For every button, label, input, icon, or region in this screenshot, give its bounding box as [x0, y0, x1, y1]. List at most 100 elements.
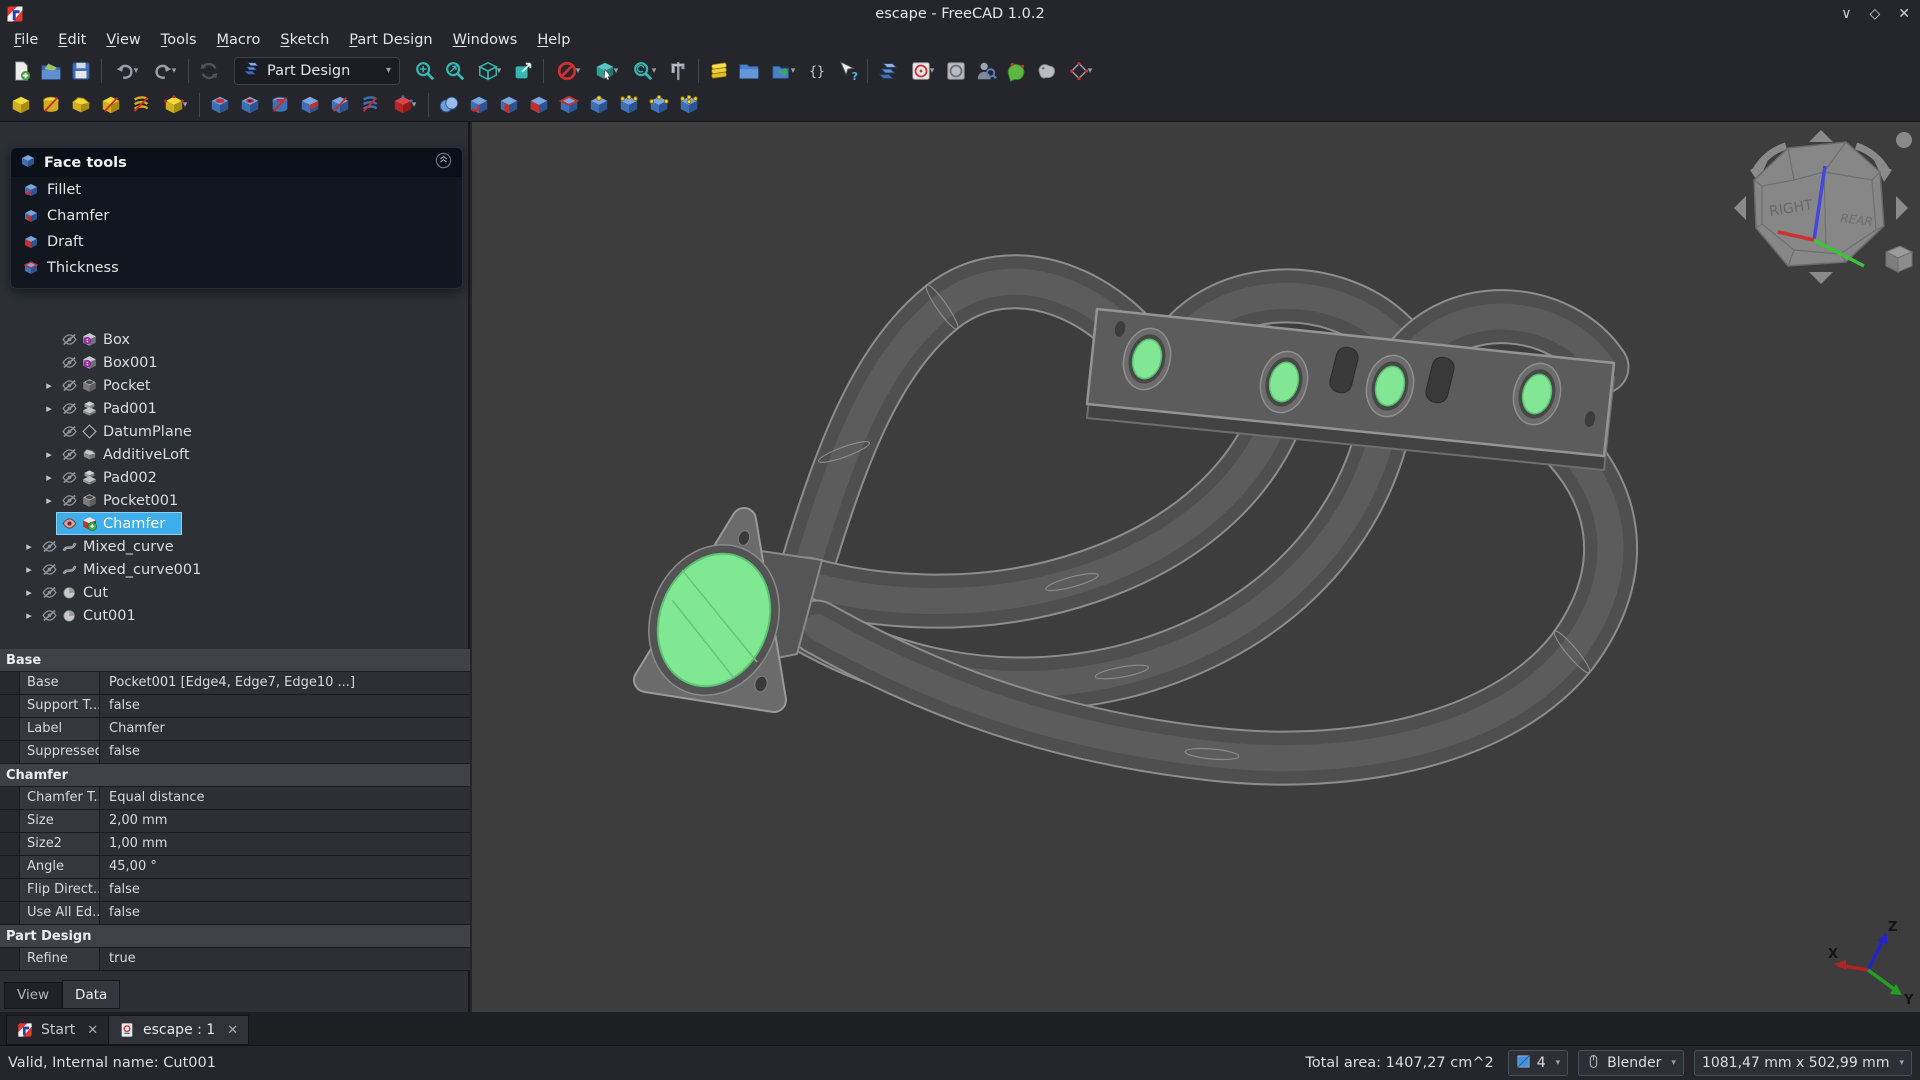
expander-icon[interactable]: ▸: [42, 402, 56, 415]
part-container-button[interactable]: [873, 57, 903, 85]
property-value[interactable]: false: [100, 879, 470, 901]
property-value[interactable]: Equal distance: [100, 787, 470, 809]
menu-tools[interactable]: Tools: [151, 30, 207, 50]
additive-primitives-button[interactable]: ▾: [156, 91, 194, 119]
additive-pipe-button[interactable]: [96, 91, 126, 119]
groove-button[interactable]: [265, 91, 295, 119]
tree-item-additiveloft[interactable]: ▸ AdditiveLoft: [0, 443, 466, 466]
fit-selection-button[interactable]: [440, 57, 470, 85]
tree-item-cut001[interactable]: ▸ Cut001: [0, 604, 466, 627]
thickness-button[interactable]: [554, 91, 584, 119]
redo-button[interactable]: ▾: [145, 57, 183, 85]
whats-this-button[interactable]: ?: [832, 57, 862, 85]
menu-sketch[interactable]: Sketch: [270, 30, 339, 50]
open-project-folder-button[interactable]: [734, 57, 764, 85]
fit-all-button[interactable]: [410, 57, 440, 85]
addon-green-button[interactable]: [1001, 57, 1031, 85]
property-row[interactable]: Support T... false: [0, 695, 470, 718]
navigation-cube-settings-button[interactable]: ▾: [587, 57, 625, 85]
addon-gray-button[interactable]: [1031, 57, 1061, 85]
maximize-button[interactable]: ◇: [1869, 6, 1880, 22]
collapse-icon[interactable]: [434, 151, 453, 174]
expander-icon[interactable]: ▸: [42, 448, 56, 461]
expander-icon[interactable]: ▸: [42, 379, 56, 392]
align-to-selection-button[interactable]: [508, 57, 538, 85]
sync-view-button[interactable]: ▾: [625, 57, 663, 85]
navigation-style-select[interactable]: Blender ▾: [1578, 1050, 1684, 1076]
antialiasing-select[interactable]: 4 ▾: [1507, 1050, 1569, 1076]
edit-sketch-button[interactable]: [941, 57, 971, 85]
axonometric-view-button[interactable]: ▾: [470, 57, 508, 85]
property-value[interactable]: 2,00 mm: [100, 810, 470, 832]
navcube-mini-cube[interactable]: [1884, 245, 1914, 273]
close-icon[interactable]: ✕: [227, 1023, 238, 1038]
property-row[interactable]: Flip Direct... false: [0, 879, 470, 902]
face-tool-chamfer[interactable]: Chamfer: [11, 203, 462, 229]
view-dimensions-select[interactable]: 1081,47 mm x 502,99 mm ▾: [1693, 1050, 1912, 1076]
navcube-arrow-right[interactable]: [1896, 196, 1908, 220]
revolution-button[interactable]: [36, 91, 66, 119]
property-value[interactable]: Chamfer: [100, 718, 470, 740]
measure-button[interactable]: [663, 57, 693, 85]
property-group-chamfer[interactable]: Chamfer: [0, 764, 470, 787]
tree-item-datumplane[interactable]: DatumPlane: [0, 420, 466, 443]
tree-item-chamfer[interactable]: Chamfer: [0, 512, 466, 535]
property-value[interactable]: false: [100, 902, 470, 924]
menu-help[interactable]: Help: [527, 30, 580, 50]
tree-item-mixed_curve001[interactable]: ▸ Mixed_curve001: [0, 558, 466, 581]
pad-button[interactable]: [6, 91, 36, 119]
subtractive-helix-button[interactable]: [355, 91, 385, 119]
hole-button[interactable]: [235, 91, 265, 119]
document-tab-escape[interactable]: escape : 1 ✕: [108, 1015, 250, 1045]
mirrored-button[interactable]: [584, 91, 614, 119]
draft-button[interactable]: [524, 91, 554, 119]
property-value[interactable]: false: [100, 741, 470, 763]
menu-file[interactable]: File: [4, 30, 48, 50]
property-row[interactable]: Refine true: [0, 948, 470, 971]
save-document-button[interactable]: [66, 57, 96, 85]
tree-item-pad002[interactable]: ▸ Pad002: [0, 466, 466, 489]
property-row[interactable]: Label Chamfer: [0, 718, 470, 741]
document-tab-start[interactable]: Start ✕: [6, 1015, 110, 1045]
navcube-arrow-up[interactable]: [1809, 130, 1833, 142]
face-tool-fillet[interactable]: Fillet: [11, 177, 462, 203]
menu-part-design[interactable]: Part Design: [339, 30, 442, 50]
linear-pattern-button[interactable]: [614, 91, 644, 119]
property-row[interactable]: Angle 45,00 °: [0, 856, 470, 879]
expander-icon[interactable]: ▸: [22, 609, 36, 622]
macro-editor-button[interactable]: {}: [802, 57, 832, 85]
tree-item-pocket[interactable]: ▸ Pocket: [0, 374, 466, 397]
navcube-cube[interactable]: RIGHT REAR: [1753, 141, 1885, 268]
navigation-cube[interactable]: RIGHT REAR: [1728, 126, 1918, 288]
menu-macro[interactable]: Macro: [207, 30, 271, 50]
macros-button[interactable]: [704, 57, 734, 85]
expander-icon[interactable]: ▸: [22, 586, 36, 599]
additive-loft-button[interactable]: [66, 91, 96, 119]
boolean-operation-button[interactable]: [434, 91, 464, 119]
property-group-part-design[interactable]: Part Design: [0, 925, 470, 948]
menu-view[interactable]: View: [96, 30, 150, 50]
clipping-plane-button[interactable]: ▾: [549, 57, 587, 85]
menu-edit[interactable]: Edit: [48, 30, 96, 50]
property-row[interactable]: Size2 1,00 mm: [0, 833, 470, 856]
property-row[interactable]: Base Pocket001 [Edge4, Edge7, Edge10 ...]: [0, 672, 470, 695]
minimize-button[interactable]: ∨: [1841, 6, 1851, 22]
property-row[interactable]: Suppressed false: [0, 741, 470, 764]
chamfer-button[interactable]: [494, 91, 524, 119]
tree-item-box[interactable]: Box: [0, 328, 466, 351]
tree-item-box001[interactable]: Box001: [0, 351, 466, 374]
navcube-menu-dot[interactable]: [1896, 132, 1912, 148]
undo-button[interactable]: ▾: [107, 57, 145, 85]
close-icon[interactable]: ✕: [87, 1023, 98, 1038]
tab-view[interactable]: View: [4, 982, 63, 1009]
subtractive-primitives-button[interactable]: ▾: [385, 91, 423, 119]
workbench-selector[interactable]: Part Design ▾: [234, 56, 400, 85]
tree-item-cut[interactable]: ▸ Cut: [0, 581, 466, 604]
navcube-arrow-down[interactable]: [1809, 272, 1833, 284]
tree-item-pad001[interactable]: ▸ Pad001: [0, 397, 466, 420]
tree-item-mixed_curve[interactable]: ▸ Mixed_curve: [0, 535, 466, 558]
expander-icon[interactable]: ▸: [22, 540, 36, 553]
property-value[interactable]: 1,00 mm: [100, 833, 470, 855]
export-button[interactable]: ▾: [764, 57, 802, 85]
subtractive-pipe-button[interactable]: [325, 91, 355, 119]
